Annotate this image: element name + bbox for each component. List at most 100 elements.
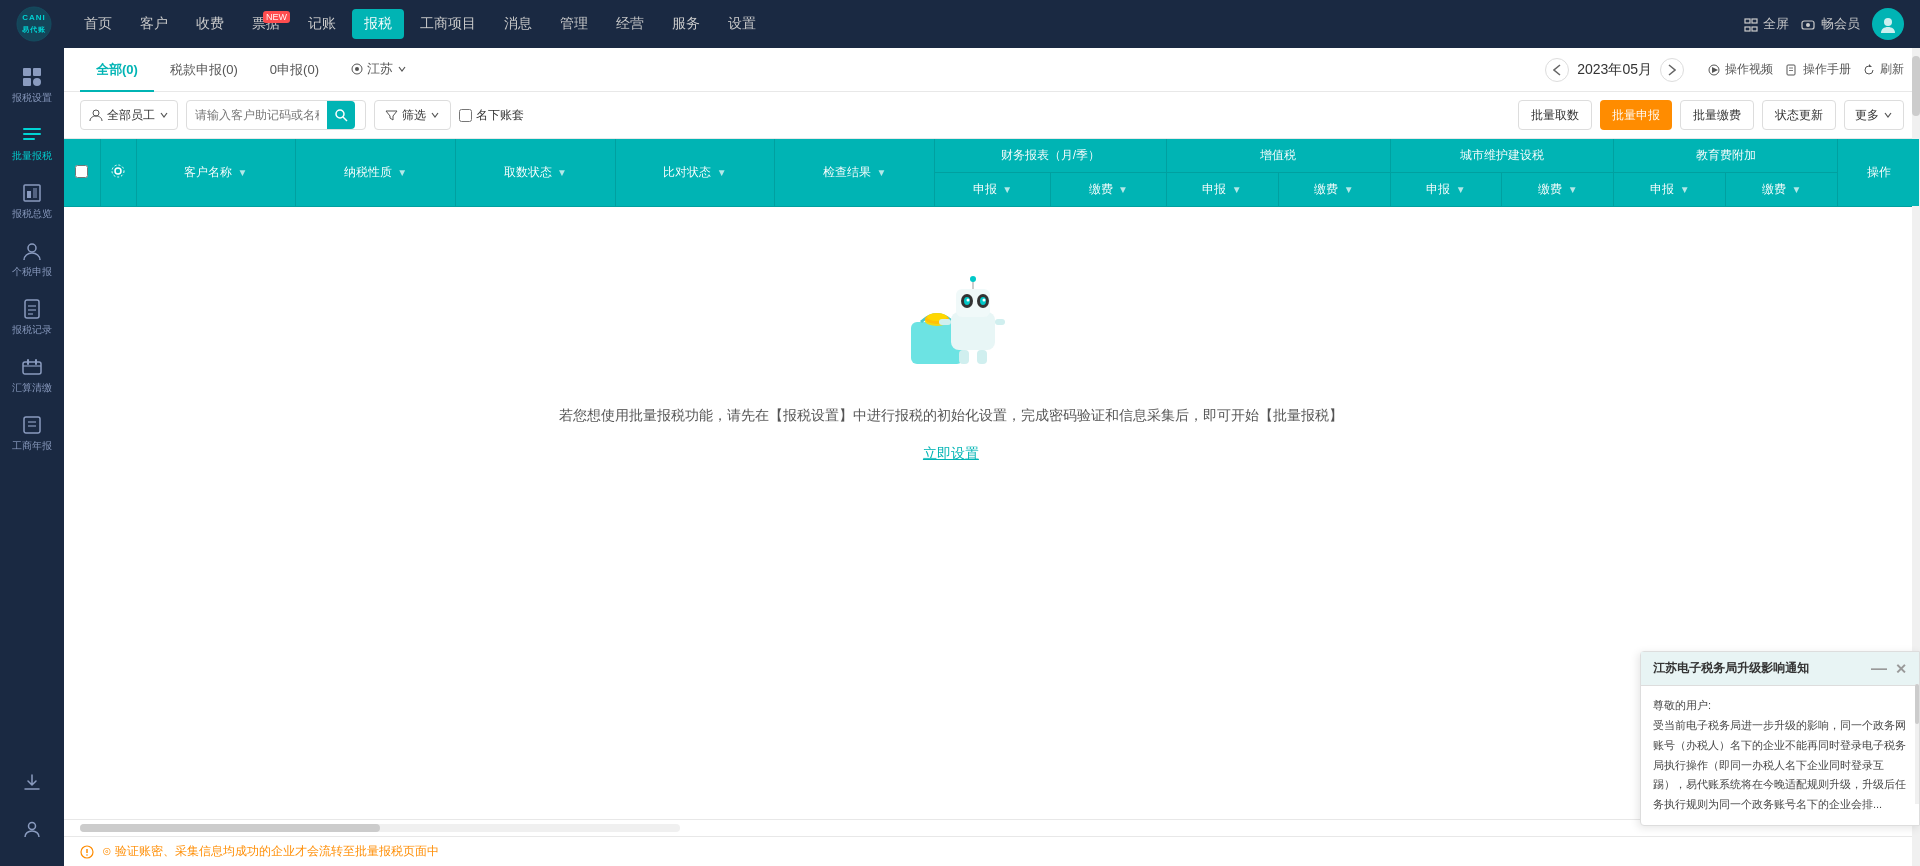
sidebar-item-annual-report[interactable]: 工商年报 xyxy=(0,404,64,462)
sidebar-item-personal-tax[interactable]: 个税申报 xyxy=(0,230,64,288)
notification-scrollbar-thumb[interactable] xyxy=(1915,684,1919,724)
th-city-pay[interactable]: 缴费 ▼ xyxy=(1502,173,1614,207)
filter-button[interactable]: 筛选 xyxy=(374,100,451,130)
th-compare-status[interactable]: 比对状态 ▼ xyxy=(615,139,775,207)
more-btn[interactable]: 更多 xyxy=(1844,100,1904,130)
nav-operation[interactable]: 经营 xyxy=(604,9,656,39)
svg-rect-18 xyxy=(27,191,31,198)
th-vat-declare[interactable]: 申报 ▼ xyxy=(1166,173,1278,207)
svg-point-57 xyxy=(982,299,985,302)
user-avatar[interactable] xyxy=(1872,8,1904,40)
nav-management[interactable]: 管理 xyxy=(548,9,600,39)
batch-fetch-btn[interactable]: 批量取数 xyxy=(1518,100,1592,130)
empty-state: 若您想使用批量报税功能，请先在【报税设置】中进行报税的初始化设置，完成密码验证和… xyxy=(64,207,1838,523)
th-tax-type[interactable]: 纳税性质 ▼ xyxy=(296,139,456,207)
nav-invoice[interactable]: 票据 NEW xyxy=(240,9,292,39)
svg-rect-12 xyxy=(23,78,31,86)
th-fetch-status[interactable]: 取数状态 ▼ xyxy=(455,139,615,207)
notif-minimize-btn[interactable]: — xyxy=(1871,661,1887,677)
sidebar-item-settlement[interactable]: 汇算清缴 xyxy=(0,346,64,404)
search-wrap xyxy=(186,100,366,130)
vip-btn[interactable]: 畅会员 xyxy=(1801,15,1860,33)
scrollbar-thumb[interactable] xyxy=(80,824,380,832)
sidebar-item-tax-records[interactable]: 报税记录 xyxy=(0,288,64,346)
svg-point-34 xyxy=(355,67,359,71)
svg-rect-4 xyxy=(1752,19,1757,23)
nav-customer[interactable]: 客户 xyxy=(128,9,180,39)
nav-tax[interactable]: 报税 xyxy=(352,9,404,39)
th-fin-declare[interactable]: 申报 ▼ xyxy=(935,173,1051,207)
nav-home[interactable]: 首页 xyxy=(72,9,124,39)
svg-rect-27 xyxy=(27,359,29,365)
account-checkbox[interactable] xyxy=(459,109,472,122)
warning-text: ⊙ 验证账密、采集信息均成功的企业才会流转至批量报税页面中 xyxy=(102,843,439,860)
svg-text:易代账: 易代账 xyxy=(22,26,46,33)
nav-menu: 首页 客户 收费 票据 NEW 记账 报税 工商项目 消息 管理 经营 服务 设… xyxy=(72,9,1744,39)
employee-select[interactable]: 全部员工 xyxy=(80,100,178,130)
status-update-btn[interactable]: 状态更新 xyxy=(1762,100,1836,130)
th-check-result[interactable]: 检查结果 ▼ xyxy=(775,139,935,207)
sort-icon-13: ▼ xyxy=(1792,184,1802,195)
scrollbar-track[interactable] xyxy=(80,824,680,832)
sidebar-item-batch-tax[interactable]: 批量报税 xyxy=(0,114,64,172)
annual-report-label: 工商年报 xyxy=(12,440,52,452)
th-vat-pay[interactable]: 缴费 ▼ xyxy=(1278,173,1390,207)
tab-tax-declare[interactable]: 税款申报(0) xyxy=(154,48,254,92)
app-logo[interactable]: CANI 易代账 xyxy=(16,6,52,42)
chevron-down-icon xyxy=(397,64,407,74)
nav-business[interactable]: 工商项目 xyxy=(408,9,488,39)
notif-close-btn[interactable]: ✕ xyxy=(1895,661,1907,677)
next-month-btn[interactable] xyxy=(1660,58,1684,82)
sort-icon-9: ▼ xyxy=(1344,184,1354,195)
tab-jiangsu[interactable]: 江苏 xyxy=(335,48,423,92)
sidebar-item-tax-settings[interactable]: 报税设置 xyxy=(0,56,64,114)
chevron-down-icon-2 xyxy=(159,110,169,120)
search-input[interactable] xyxy=(187,108,327,122)
notification-content: 尊敬的用户:受当前电子税务局进一步升级的影响，同一个政务网账号（办税人）名下的企… xyxy=(1653,696,1907,815)
sidebar-item-tax-summary[interactable]: 报税总览 xyxy=(0,172,64,230)
svg-point-42 xyxy=(336,110,344,118)
tab-zero-declare[interactable]: 0申报(0) xyxy=(254,48,335,92)
tax-summary-icon xyxy=(21,182,43,204)
nav-settings[interactable]: 设置 xyxy=(716,9,768,39)
th-checkbox[interactable] xyxy=(64,139,100,207)
th-edu-pay[interactable]: 缴费 ▼ xyxy=(1726,173,1838,207)
th-city-tax: 城市维护建设税 xyxy=(1390,139,1614,173)
th-operation: 操作 xyxy=(1838,139,1920,207)
account-checkbox-wrap[interactable]: 名下账套 xyxy=(459,107,524,124)
prev-month-btn[interactable] xyxy=(1545,58,1569,82)
notification-scrollbar[interactable] xyxy=(1915,684,1919,804)
batch-declare-btn[interactable]: 批量申报 xyxy=(1600,100,1672,130)
filter-label: 筛选 xyxy=(402,107,426,124)
nav-billing[interactable]: 收费 xyxy=(184,9,236,39)
svg-rect-10 xyxy=(23,68,31,76)
main-scrollbar-thumb[interactable] xyxy=(1912,56,1920,116)
nav-service[interactable]: 服务 xyxy=(660,9,712,39)
sidebar-user[interactable] xyxy=(17,808,47,850)
svg-rect-62 xyxy=(959,350,969,364)
svg-rect-60 xyxy=(939,319,951,325)
tab-all[interactable]: 全部(0) xyxy=(80,48,154,92)
svg-point-66 xyxy=(86,854,88,856)
sidebar-download[interactable] xyxy=(17,762,47,804)
th-customer[interactable]: 客户名称 ▼ xyxy=(136,139,296,207)
month-navigation: 2023年05月 xyxy=(1545,58,1684,82)
operation-video-btn[interactable]: 操作视频 xyxy=(1708,61,1773,78)
svg-point-44 xyxy=(115,168,121,174)
search-button[interactable] xyxy=(327,101,355,129)
th-city-declare[interactable]: 申报 ▼ xyxy=(1390,173,1502,207)
refresh-btn[interactable]: 刷新 xyxy=(1863,61,1904,78)
th-settings[interactable] xyxy=(100,139,136,207)
fullscreen-btn[interactable]: 全屏 xyxy=(1744,15,1790,33)
setup-link[interactable]: 立即设置 xyxy=(923,445,979,463)
select-all-checkbox[interactable] xyxy=(75,165,88,178)
top-navigation: CANI 易代账 首页 客户 收费 票据 NEW 记账 报税 工商项目 消息 管… xyxy=(0,0,1920,48)
operation-manual-btn[interactable]: 操作手册 xyxy=(1785,61,1850,78)
th-edu-declare[interactable]: 申报 ▼ xyxy=(1614,173,1726,207)
batch-pay-btn[interactable]: 批量缴费 xyxy=(1680,100,1754,130)
nav-accounting[interactable]: 记账 xyxy=(296,9,348,39)
nav-message[interactable]: 消息 xyxy=(492,9,544,39)
sort-icon-5: ▼ xyxy=(876,167,886,178)
th-fin-pay[interactable]: 缴费 ▼ xyxy=(1050,173,1166,207)
sort-icon-11: ▼ xyxy=(1568,184,1578,195)
